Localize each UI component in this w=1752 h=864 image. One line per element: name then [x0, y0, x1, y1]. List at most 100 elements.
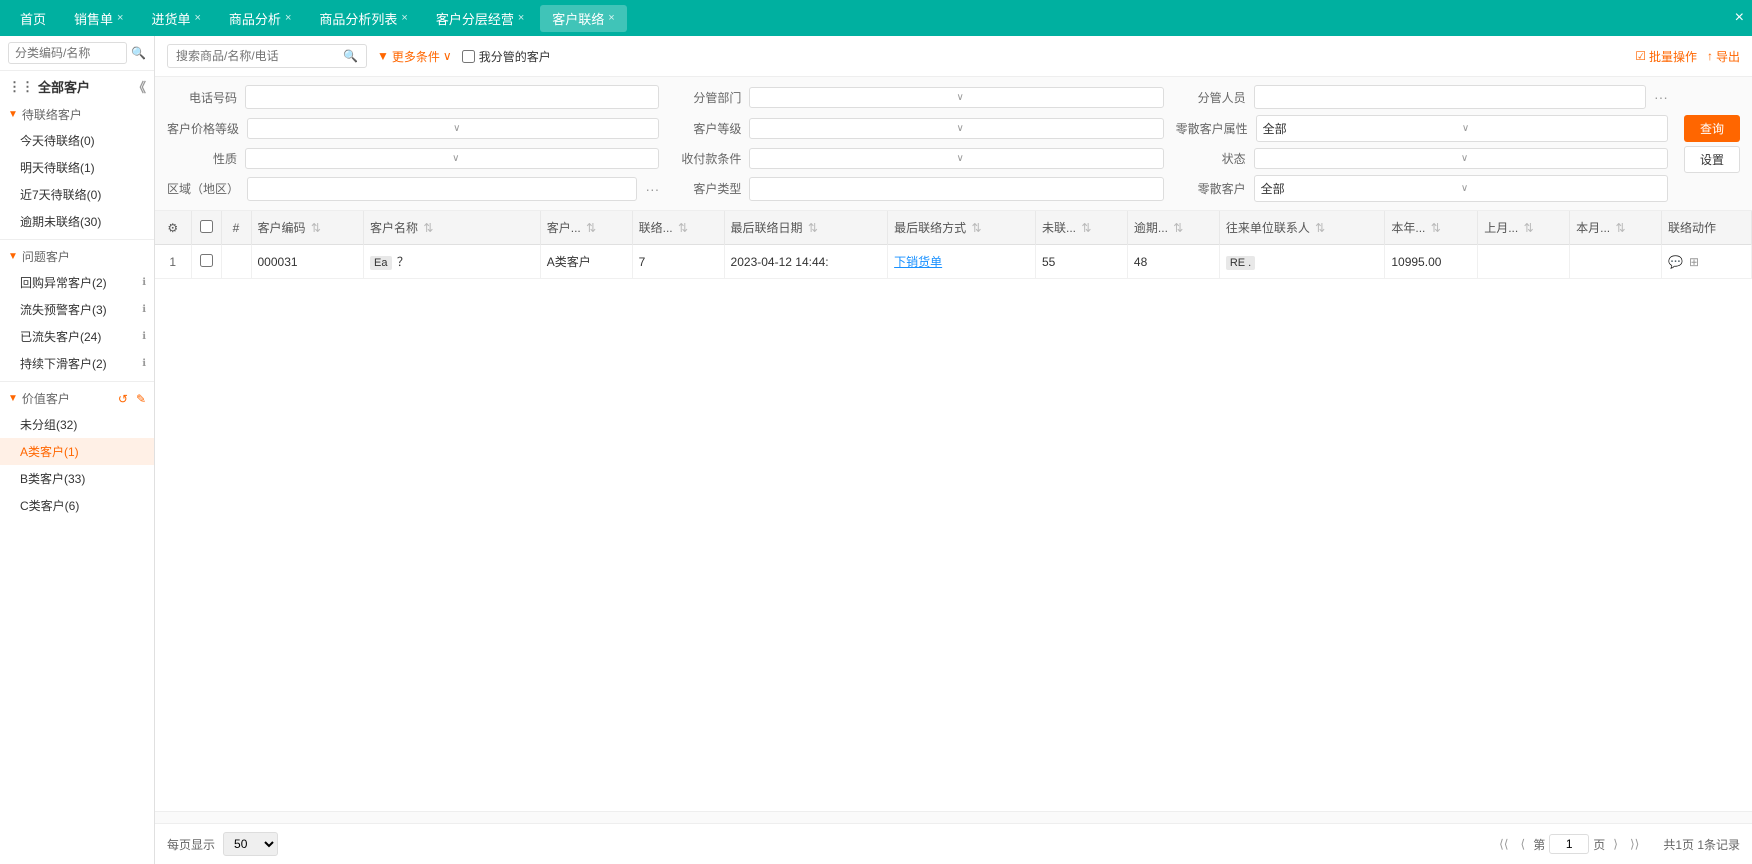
- sidebar-search-icon[interactable]: 🔍: [131, 46, 146, 60]
- manager-more-btn[interactable]: ···: [1654, 89, 1668, 105]
- region-more-btn[interactable]: ···: [645, 181, 659, 197]
- filter-region: 区域（地区） ···: [167, 175, 659, 202]
- unit-contact-column-header[interactable]: 往来单位联系人 ⇅: [1219, 211, 1385, 245]
- close-customer-contact-tab[interactable]: ×: [608, 12, 614, 24]
- chat-icon[interactable]: 💬: [1668, 255, 1683, 269]
- nav-product-analysis[interactable]: 商品分析 ×: [217, 5, 303, 32]
- retail-customer-arrow: ∨: [1461, 183, 1661, 194]
- first-page-button[interactable]: ⟨⟨: [1495, 835, 1512, 853]
- triangle-icon: ▼: [8, 109, 18, 120]
- close-sales-tab[interactable]: ×: [117, 12, 123, 24]
- nav-customer-contact[interactable]: 客户联络 ×: [540, 5, 626, 32]
- nature-select[interactable]: ∨: [245, 148, 659, 169]
- status-select[interactable]: ∨: [1254, 148, 1668, 169]
- my-customers-check[interactable]: [462, 50, 475, 63]
- sidebar-item-today-contact[interactable]: 今天待联络(0): [0, 127, 154, 154]
- nav-customer-tier[interactable]: 客户分层经营 ×: [424, 5, 536, 32]
- filter-dept: 分管部门 ∨: [671, 85, 1163, 109]
- next-page-button[interactable]: ⟩: [1609, 835, 1622, 853]
- row-last-way-cell: 下销货单: [888, 245, 1036, 279]
- unit-contact-sort-icon: ⇅: [1315, 221, 1325, 235]
- main-search-input[interactable]: [176, 49, 343, 63]
- prev-page-button[interactable]: ⟨: [1517, 835, 1530, 853]
- phone-input[interactable]: [245, 85, 659, 109]
- close-purchase-tab[interactable]: ×: [194, 12, 200, 24]
- contact-count-column-header[interactable]: 联络... ⇅: [632, 211, 724, 245]
- filter-nature: 性质 ∨: [167, 148, 659, 169]
- code-column-header[interactable]: 客户编码 ⇅: [251, 211, 364, 245]
- last-contact-way-column-header[interactable]: 最后联络方式 ⇅: [888, 211, 1036, 245]
- filter-retail-customer: 零散客户 全部 ∨: [1176, 175, 1668, 202]
- top-navigation: 首页 销售单 × 进货单 × 商品分析 × 商品分析列表 × 客户分层经营 × …: [0, 0, 1752, 36]
- sidebar-item-b-class[interactable]: B类客户(33): [0, 465, 154, 492]
- retail-attr-arrow: ∨: [1462, 123, 1661, 134]
- retail-customer-select[interactable]: 全部 ∨: [1254, 175, 1668, 202]
- select-all-checkbox[interactable]: [200, 220, 213, 233]
- close-customer-tier-tab[interactable]: ×: [518, 12, 524, 24]
- nav-home[interactable]: 首页: [8, 5, 58, 32]
- sidebar-item-churned[interactable]: 已流失客户(24) ℹ: [0, 323, 154, 350]
- sidebar-item-abnormal-repurchase[interactable]: 回购异常客户(2) ℹ: [0, 269, 154, 296]
- price-level-select[interactable]: ∨: [247, 118, 659, 139]
- this-year-column-header[interactable]: 本年... ⇅: [1385, 211, 1478, 245]
- sidebar-item-a-class[interactable]: A类客户(1): [0, 438, 154, 465]
- sidebar-item-churn-warning[interactable]: 流失预警客户(3) ℹ: [0, 296, 154, 323]
- last-contact-date-column-header[interactable]: 最后联络日期 ⇅: [724, 211, 888, 245]
- payment-select[interactable]: ∨: [749, 148, 1163, 169]
- group-pending-contact: ▼ 待联络客户: [0, 102, 154, 127]
- sidebar-item-7days-contact[interactable]: 近7天待联络(0): [0, 181, 154, 208]
- filter-fields-grid: 电话号码 分管部门 ∨ 分管人员 ··· 客户价格等级: [167, 85, 1668, 202]
- customer-type-input[interactable]: [749, 177, 1163, 201]
- customer-level-select[interactable]: ∨: [749, 118, 1163, 139]
- filter-manager: 分管人员 ···: [1176, 85, 1668, 109]
- sidebar-item-unclassified[interactable]: 未分组(32): [0, 411, 154, 438]
- last-month-sort-icon: ⇅: [1524, 221, 1534, 235]
- retail-attr-select[interactable]: 全部 ∨: [1256, 115, 1668, 142]
- collapse-icon[interactable]: 《: [133, 77, 146, 96]
- last-page-button[interactable]: ⟩⟩: [1626, 835, 1643, 853]
- sidebar-item-overdue-contact[interactable]: 逾期未联络(30): [0, 208, 154, 235]
- row-not-contacted-cell: 55: [1036, 245, 1128, 279]
- last-contact-way-link[interactable]: 下销货单: [894, 255, 942, 269]
- sidebar-item-declining[interactable]: 持续下滑客户(2) ℹ: [0, 350, 154, 377]
- row-checkbox[interactable]: [200, 254, 213, 267]
- group-value-customers: ▼ 价值客户 ↺ ✎: [0, 386, 154, 411]
- export-button[interactable]: ↑ 导出: [1707, 48, 1740, 65]
- nav-product-analysis-list[interactable]: 商品分析列表 ×: [307, 5, 419, 32]
- name-column-header[interactable]: 客户名称 ⇅: [364, 211, 541, 245]
- nav-sales[interactable]: 销售单 ×: [62, 5, 135, 32]
- batch-operation-button[interactable]: ☑ 批量操作: [1635, 48, 1697, 65]
- edit-value-icon[interactable]: ✎: [136, 392, 146, 406]
- my-customers-checkbox[interactable]: 我分管的客户: [462, 48, 551, 65]
- page-size-select[interactable]: 50 100 200: [223, 832, 278, 856]
- gear-column-header[interactable]: ⚙: [155, 211, 191, 245]
- sidebar-search-input[interactable]: [8, 42, 127, 64]
- page-number-input[interactable]: [1549, 834, 1589, 854]
- sidebar-item-tomorrow-contact[interactable]: 明天待联络(1): [0, 154, 154, 181]
- main-content: 🔍 ▼ 更多条件 ∨ 我分管的客户 ☑ 批量操作 ↑ 导出: [155, 36, 1752, 864]
- not-contacted-column-header[interactable]: 未联... ⇅: [1036, 211, 1128, 245]
- manager-input[interactable]: [1254, 85, 1646, 109]
- refresh-value-icon[interactable]: ↺: [118, 392, 128, 406]
- dept-select[interactable]: ∨: [749, 87, 1163, 108]
- more-conditions-button[interactable]: ▼ 更多条件 ∨: [377, 48, 452, 65]
- nav-purchase[interactable]: 进货单 ×: [139, 5, 212, 32]
- all-customers-header[interactable]: ⋮⋮ 全部客户 《: [0, 71, 154, 102]
- settings-button[interactable]: 设置: [1684, 146, 1740, 173]
- this-month-column-header[interactable]: 本月... ⇅: [1570, 211, 1662, 245]
- customer-type-column-header[interactable]: 客户... ⇅: [540, 211, 632, 245]
- grid-icon[interactable]: ⊞: [1689, 255, 1699, 269]
- region-input[interactable]: [247, 177, 637, 201]
- query-button[interactable]: 查询: [1684, 115, 1740, 142]
- sidebar-item-c-class[interactable]: C类客户(6): [0, 492, 154, 519]
- divider-2: [0, 381, 154, 382]
- close-product-analysis-list-tab[interactable]: ×: [401, 12, 407, 24]
- last-month-column-header[interactable]: 上月... ⇅: [1478, 211, 1570, 245]
- advanced-filter-area: 电话号码 分管部门 ∨ 分管人员 ··· 客户价格等级: [155, 77, 1752, 211]
- main-search-icon[interactable]: 🔍: [343, 49, 358, 63]
- close-product-analysis-tab[interactable]: ×: [285, 12, 291, 24]
- type-sort-icon: ⇅: [586, 221, 596, 235]
- overdue-column-header[interactable]: 逾期... ⇅: [1127, 211, 1219, 245]
- horizontal-scroll-area[interactable]: [155, 811, 1752, 823]
- close-all-button[interactable]: ×: [1735, 9, 1744, 27]
